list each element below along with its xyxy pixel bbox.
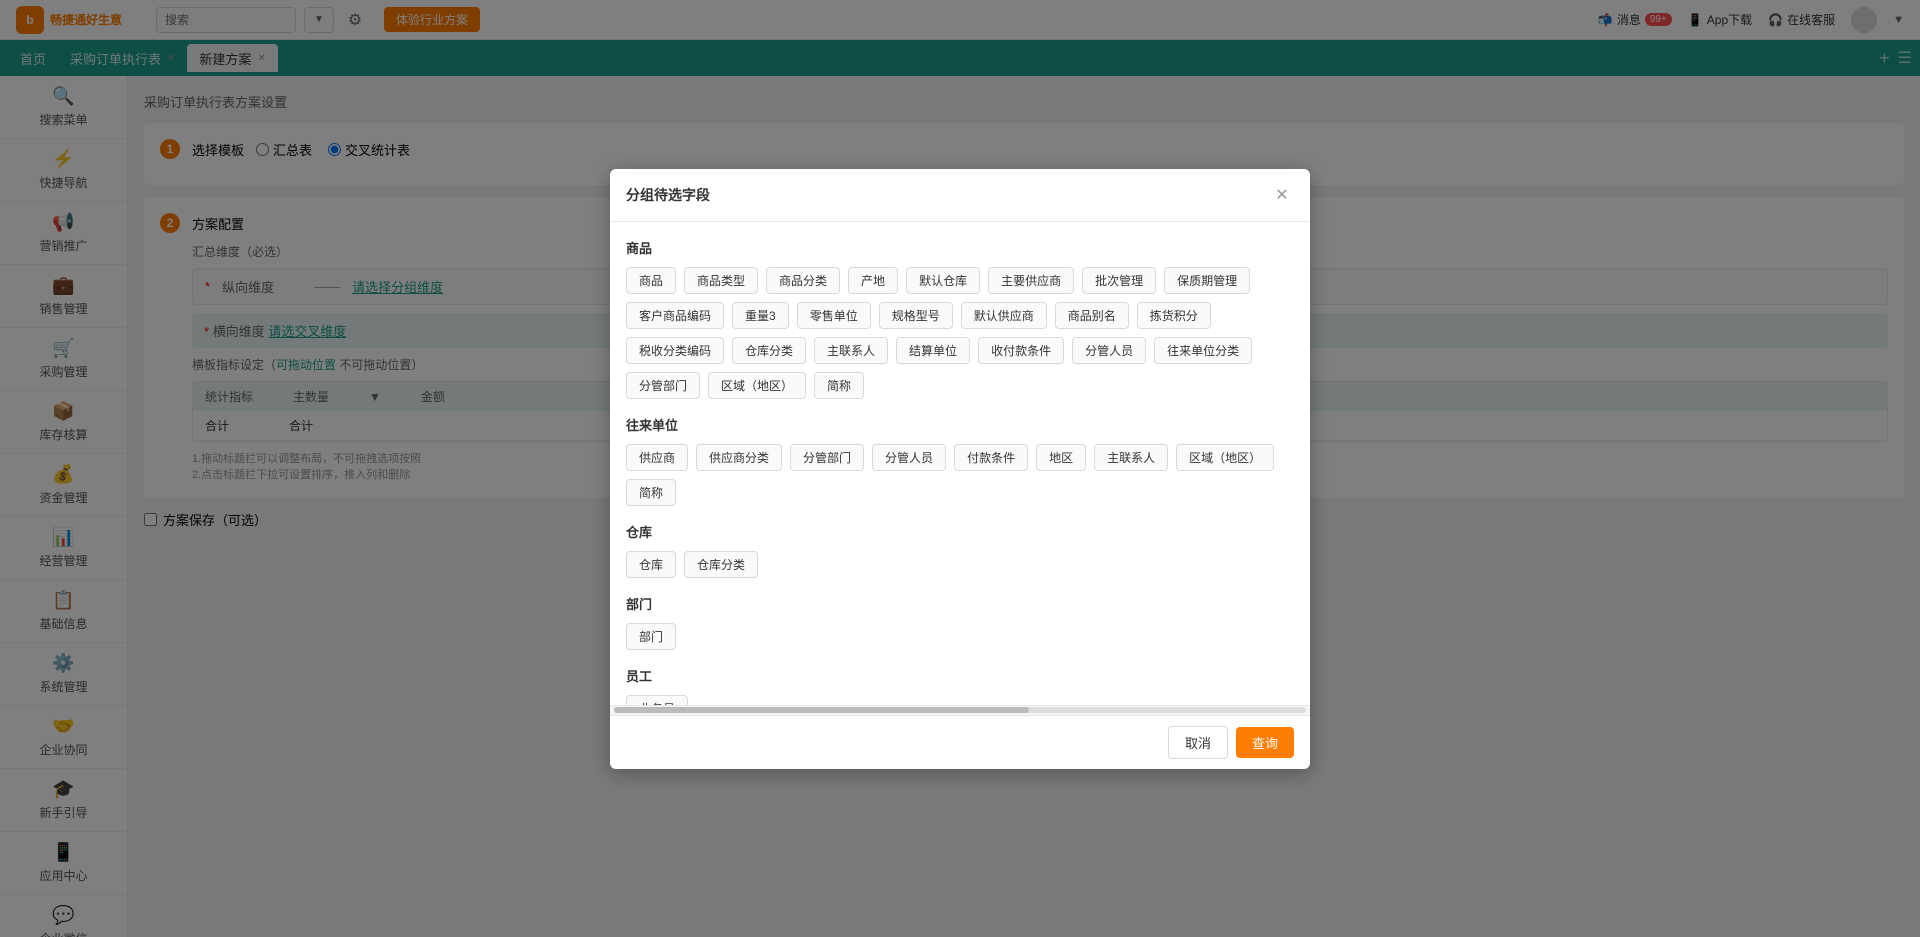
field-tag-0-22[interactable]: 分管部门 xyxy=(626,372,700,399)
field-section-0: 商品商品商品类型商品分类产地默认仓库主要供应商批次管理保质期管理客户商品编码重量… xyxy=(626,238,1294,399)
field-tag-1-8[interactable]: 简称 xyxy=(626,479,676,506)
field-tag-0-6[interactable]: 批次管理 xyxy=(1082,267,1156,294)
field-tags-0: 商品商品类型商品分类产地默认仓库主要供应商批次管理保质期管理客户商品编码重量3 零… xyxy=(626,267,1294,399)
field-tag-0-21[interactable]: 往来单位分类 xyxy=(1154,337,1252,364)
field-tag-0-11[interactable]: 规格型号 xyxy=(879,302,953,329)
field-tag-0-8[interactable]: 客户商品编码 xyxy=(626,302,724,329)
field-section-4: 员工业务员 xyxy=(626,666,1294,705)
field-tag-0-9[interactable]: 重量3 xyxy=(732,302,789,329)
field-tags-1: 供应商供应商分类分管部门分管人员付款条件地区主联系人区域（地区） 简称 xyxy=(626,444,1294,506)
field-section-title-0: 商品 xyxy=(626,238,1294,257)
modal-title: 分组待选字段 xyxy=(626,185,710,205)
field-section-3: 部门部门 xyxy=(626,594,1294,650)
field-tag-0-23[interactable]: 区域（地区） xyxy=(708,372,806,399)
field-tag-0-14[interactable]: 拣货积分 xyxy=(1137,302,1211,329)
confirm-button[interactable]: 查询 xyxy=(1236,727,1294,758)
field-tag-2-1[interactable]: 仓库分类 xyxy=(684,551,758,578)
field-tag-0-1[interactable]: 商品类型 xyxy=(684,267,758,294)
field-tag-1-7[interactable]: 区域（地区） xyxy=(1176,444,1274,471)
modal-body: 商品商品商品类型商品分类产地默认仓库主要供应商批次管理保质期管理客户商品编码重量… xyxy=(610,222,1310,705)
field-tag-1-1[interactable]: 供应商分类 xyxy=(696,444,782,471)
field-tag-0-7[interactable]: 保质期管理 xyxy=(1164,267,1250,294)
field-tag-0-18[interactable]: 结算单位 xyxy=(896,337,970,364)
field-tag-0-24[interactable]: 简称 xyxy=(814,372,864,399)
cancel-button[interactable]: 取消 xyxy=(1168,726,1228,759)
field-section-title-3: 部门 xyxy=(626,594,1294,613)
field-tag-3-0[interactable]: 部门 xyxy=(626,623,676,650)
field-tags-4: 业务员 xyxy=(626,695,1294,705)
scrollbar-track xyxy=(614,707,1306,713)
modal-overlay: 分组待选字段 ✕ 商品商品商品类型商品分类产地默认仓库主要供应商批次管理保质期管… xyxy=(0,0,1920,937)
field-tag-0-16[interactable]: 仓库分类 xyxy=(732,337,806,364)
field-tag-1-5[interactable]: 地区 xyxy=(1036,444,1086,471)
field-section-title-1: 往来单位 xyxy=(626,415,1294,434)
field-tag-0-19[interactable]: 收付款条件 xyxy=(978,337,1064,364)
field-section-title-4: 员工 xyxy=(626,666,1294,685)
field-tag-0-15[interactable]: 税收分类编码 xyxy=(626,337,724,364)
field-tag-0-20[interactable]: 分管人员 xyxy=(1072,337,1146,364)
field-tag-0-10[interactable]: 零售单位 xyxy=(797,302,871,329)
field-tag-1-3[interactable]: 分管人员 xyxy=(872,444,946,471)
field-tag-2-0[interactable]: 仓库 xyxy=(626,551,676,578)
modal-header: 分组待选字段 ✕ xyxy=(610,169,1310,222)
field-tag-4-0[interactable]: 业务员 xyxy=(626,695,688,705)
field-section-1: 往来单位供应商供应商分类分管部门分管人员付款条件地区主联系人区域（地区） 简称 xyxy=(626,415,1294,506)
modal-horizontal-scrollbar[interactable] xyxy=(610,705,1310,715)
field-tag-0-3[interactable]: 产地 xyxy=(848,267,898,294)
field-tag-0-0[interactable]: 商品 xyxy=(626,267,676,294)
scrollbar-thumb xyxy=(614,707,1029,713)
field-tag-0-2[interactable]: 商品分类 xyxy=(766,267,840,294)
modal-footer: 取消 查询 xyxy=(610,715,1310,769)
field-selection-modal: 分组待选字段 ✕ 商品商品商品类型商品分类产地默认仓库主要供应商批次管理保质期管… xyxy=(610,169,1310,769)
field-tag-0-12[interactable]: 默认供应商 xyxy=(961,302,1047,329)
field-tag-0-17[interactable]: 主联系人 xyxy=(814,337,888,364)
field-section-2: 仓库仓库仓库分类 xyxy=(626,522,1294,578)
field-tags-2: 仓库仓库分类 xyxy=(626,551,1294,578)
field-section-title-2: 仓库 xyxy=(626,522,1294,541)
field-tag-1-0[interactable]: 供应商 xyxy=(626,444,688,471)
modal-close-button[interactable]: ✕ xyxy=(1270,183,1294,207)
field-tag-0-5[interactable]: 主要供应商 xyxy=(988,267,1074,294)
field-tags-3: 部门 xyxy=(626,623,1294,650)
field-tag-1-4[interactable]: 付款条件 xyxy=(954,444,1028,471)
field-tag-0-13[interactable]: 商品别名 xyxy=(1055,302,1129,329)
field-tag-1-6[interactable]: 主联系人 xyxy=(1094,444,1168,471)
field-tag-0-4[interactable]: 默认仓库 xyxy=(906,267,980,294)
field-tag-1-2[interactable]: 分管部门 xyxy=(790,444,864,471)
